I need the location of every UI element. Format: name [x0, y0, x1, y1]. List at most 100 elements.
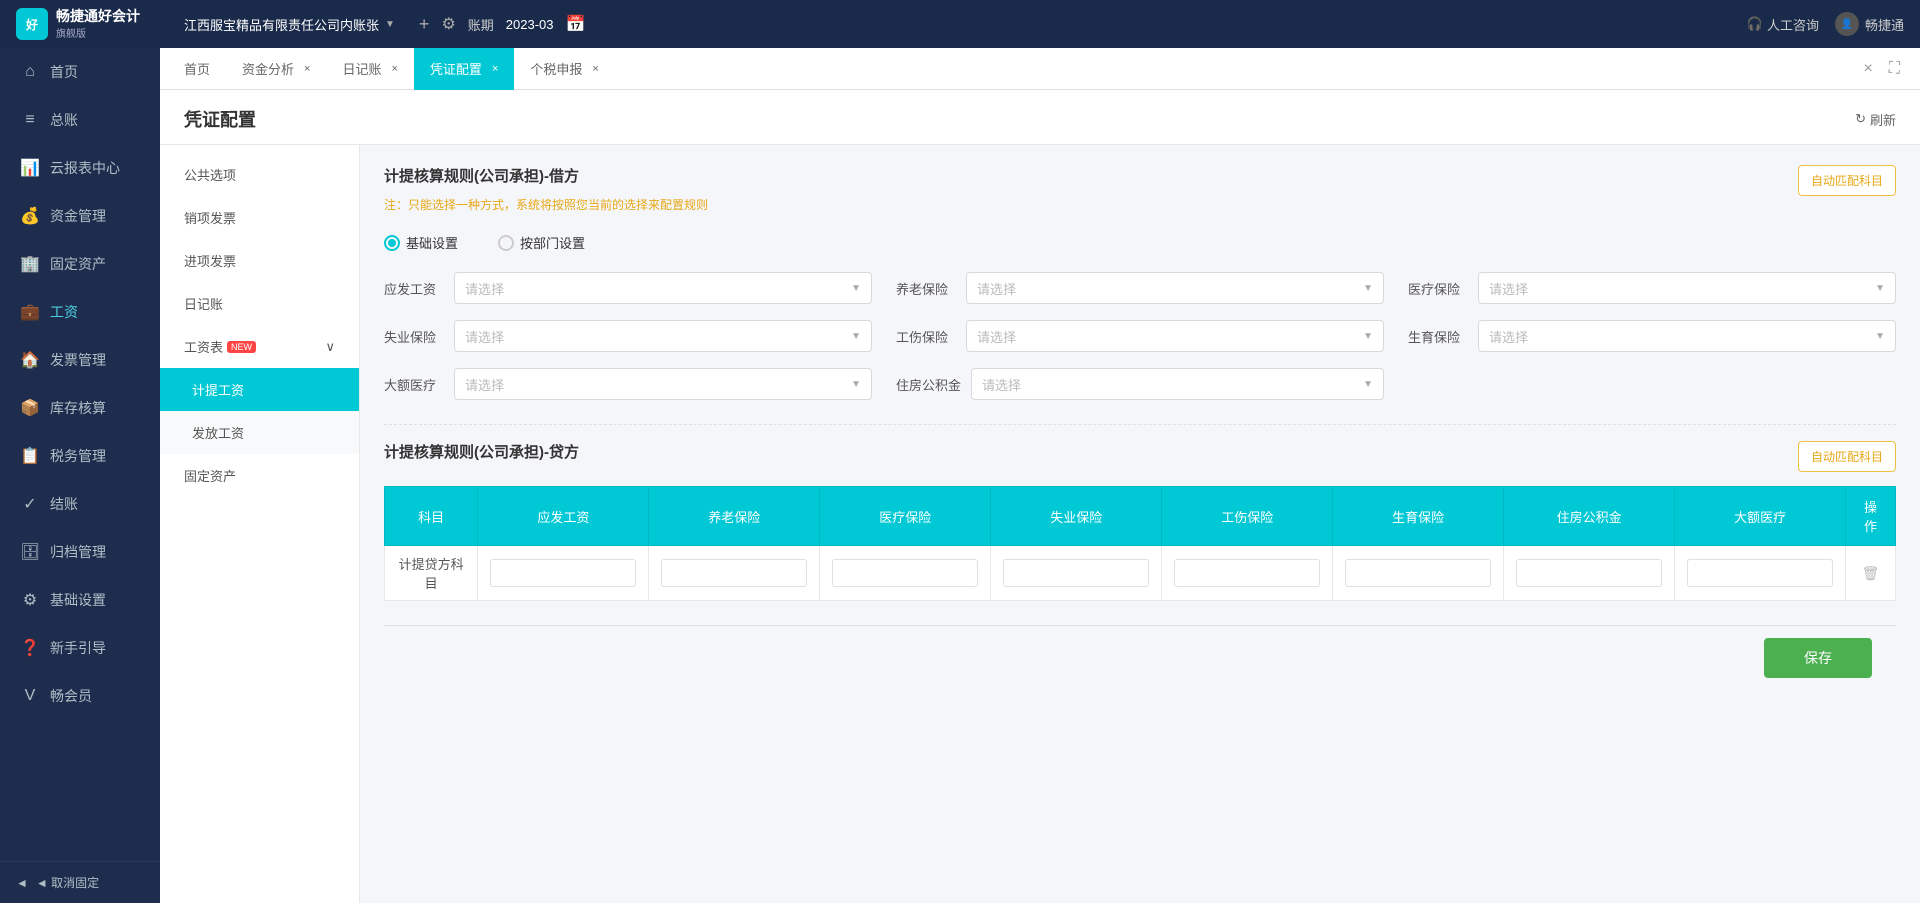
two-col-layout: 公共选项 销项发票 进项发票 日记账 工资表 NEW ∨ 计提工资 发放工资 固…: [160, 145, 1920, 903]
close-voucher-tab-icon[interactable]: ×: [492, 63, 498, 75]
expand-icon[interactable]: ⛶: [1885, 56, 1904, 82]
col-pension: 养老保险: [649, 487, 820, 546]
applied-salary-select[interactable]: 请选择 ▼: [454, 272, 872, 304]
work-injury-input[interactable]: [1174, 559, 1320, 587]
sidebar-item-label: 结账: [50, 494, 78, 514]
left-nav-sales[interactable]: 销项发票: [160, 196, 359, 239]
row-maternity-cell[interactable]: [1333, 546, 1504, 601]
sidebar-item-inventory[interactable]: 📦 库存核算: [0, 384, 160, 432]
maternity-input[interactable]: [1345, 559, 1491, 587]
delete-row-icon[interactable]: 🗑: [1862, 565, 1880, 581]
tab-journal[interactable]: 日记账 ×: [326, 48, 413, 90]
sidebar-item-checkout[interactable]: ✓ 结账: [0, 480, 160, 528]
credit-section: 计提核算规则(公司承担)-贷方 自动匹配科目 科目 应发工资 养老保险: [384, 441, 1896, 601]
refresh-button[interactable]: ↻ 刷新: [1855, 110, 1896, 129]
table-header-row: 科目 应发工资 养老保险 医疗保险 失业保险 工伤保险 生育保险 住房公积金 大…: [385, 487, 1896, 546]
row-large-medical-cell[interactable]: [1675, 546, 1846, 601]
sidebar-item-archive[interactable]: 🗄 归档管理: [0, 528, 160, 576]
unemployment-select[interactable]: 请选择 ▼: [454, 320, 872, 352]
close-tax-tab-icon[interactable]: ×: [592, 63, 598, 75]
tab-home[interactable]: 首页: [168, 48, 226, 90]
calendar-icon[interactable]: 📅: [566, 14, 586, 34]
company-selector[interactable]: 江西服宝精品有限责任公司内账张 ▼: [176, 11, 403, 38]
unemployment-input[interactable]: [1003, 559, 1149, 587]
radio-basic[interactable]: 基础设置: [384, 233, 458, 252]
left-nav-fixed-assets[interactable]: 固定资产: [160, 454, 359, 497]
select-arrow-icon: ▼: [1363, 283, 1373, 294]
maternity-select[interactable]: 请选择 ▼: [1478, 320, 1896, 352]
user-area[interactable]: 👤 畅捷通: [1835, 12, 1904, 36]
sidebar-item-reports[interactable]: 📊 云报表中心: [0, 144, 160, 192]
tab-bar: 首页 资金分析 × 日记账 × 凭证配置 × 个税申报 × × ⛶: [160, 48, 1920, 90]
medical-input[interactable]: [832, 559, 978, 587]
pension-input[interactable]: [661, 559, 807, 587]
save-button[interactable]: 保存: [1764, 638, 1872, 678]
field-maternity: 生育保险 请选择 ▼: [1408, 320, 1896, 352]
sidebar-item-label: 库存核算: [50, 398, 106, 418]
sidebar-item-invoice[interactable]: 🏠 发票管理: [0, 336, 160, 384]
applied-salary-input[interactable]: [490, 559, 636, 587]
sidebar-item-vip[interactable]: V 畅会员: [0, 672, 160, 720]
service-button[interactable]: 🎧 人工咨询: [1747, 15, 1819, 34]
unemployment-label: 失业保险: [384, 327, 444, 346]
app-edition: 旗舰版: [56, 25, 140, 40]
col-work-injury: 工伤保险: [1162, 487, 1333, 546]
left-nav-journal[interactable]: 日记账: [160, 282, 359, 325]
sidebar-item-guide[interactable]: ❓ 新手引导: [0, 624, 160, 672]
field-applied-salary: 应发工资 请选择 ▼: [384, 272, 872, 304]
medical-select[interactable]: 请选择 ▼: [1478, 272, 1896, 304]
large-medical-input[interactable]: [1687, 559, 1833, 587]
select-arrow-icon: ▼: [1875, 283, 1885, 294]
left-nav-purchase[interactable]: 进项发票: [160, 239, 359, 282]
checkout-icon: ✓: [20, 494, 40, 514]
col-housing-fund: 住房公积金: [1504, 487, 1675, 546]
expand-arrow-icon: ∨: [325, 339, 335, 355]
radio-dept[interactable]: 按部门设置: [498, 233, 585, 252]
field-unemployment: 失业保险 请选择 ▼: [384, 320, 872, 352]
company-name: 江西服宝精品有限责任公司内账张: [184, 15, 379, 34]
work-injury-select[interactable]: 请选择 ▼: [966, 320, 1384, 352]
row-unemployment-cell[interactable]: [991, 546, 1162, 601]
large-medical-select[interactable]: 请选择 ▼: [454, 368, 872, 400]
row-housing-fund-cell[interactable]: [1504, 546, 1675, 601]
sidebar-item-label: 固定资产: [50, 254, 106, 274]
row-medical-cell[interactable]: [820, 546, 991, 601]
close-all-tabs-icon[interactable]: ×: [1859, 56, 1876, 82]
left-nav-public[interactable]: 公共选项: [160, 153, 359, 196]
close-capital-tab-icon[interactable]: ×: [304, 63, 310, 75]
debit-auto-match-button[interactable]: 自动匹配科目: [1798, 165, 1896, 196]
close-journal-tab-icon[interactable]: ×: [391, 63, 397, 75]
radio-dept-circle: [498, 235, 514, 251]
left-nav-salary-table[interactable]: 工资表 NEW ∨: [160, 325, 359, 368]
sidebar-item-salary[interactable]: 💼 工资: [0, 288, 160, 336]
unpin-button[interactable]: ◄ ◄ 取消固定: [0, 861, 160, 903]
left-nav-pay-salary[interactable]: 发放工资: [160, 411, 359, 454]
left-nav-calc-salary[interactable]: 计提工资: [160, 368, 359, 411]
sidebar-item-settings[interactable]: ⚙ 基础设置: [0, 576, 160, 624]
housing-fund-select[interactable]: 请选择 ▼: [971, 368, 1384, 400]
app-name: 畅捷通好会计: [56, 8, 140, 25]
sidebar-item-capital[interactable]: 💰 资金管理: [0, 192, 160, 240]
housing-fund-label: 住房公积金: [896, 375, 961, 394]
sidebar-item-ledger[interactable]: ≡ 总账: [0, 96, 160, 144]
pension-select[interactable]: 请选择 ▼: [966, 272, 1384, 304]
sidebar-item-label: 新手引导: [50, 638, 106, 658]
tab-tax-report[interactable]: 个税申报 ×: [514, 48, 614, 90]
tab-voucher-config[interactable]: 凭证配置 ×: [414, 48, 514, 90]
sidebar-item-home[interactable]: ⌂ 首页: [0, 48, 160, 96]
col-maternity: 生育保险: [1333, 487, 1504, 546]
housing-fund-input[interactable]: [1516, 559, 1662, 587]
main-layout: ⌂ 首页 ≡ 总账 📊 云报表中心 💰 资金管理 🏢 固定资产 💼 工资 🏠 发…: [0, 48, 1920, 903]
settings-icon[interactable]: ⚙: [441, 14, 455, 34]
sidebar-item-tax[interactable]: 📋 税务管理: [0, 432, 160, 480]
sidebar-item-assets[interactable]: 🏢 固定资产: [0, 240, 160, 288]
field-housing-fund: 住房公积金 请选择 ▼: [896, 368, 1384, 400]
add-icon[interactable]: +: [419, 14, 430, 35]
row-pension-cell[interactable]: [649, 546, 820, 601]
row-applied-salary-cell[interactable]: [478, 546, 649, 601]
row-work-injury-cell[interactable]: [1162, 546, 1333, 601]
col-subject: 科目: [385, 487, 478, 546]
tab-capital-analysis[interactable]: 资金分析 ×: [226, 48, 326, 90]
basic-settings-icon: ⚙: [20, 590, 40, 610]
credit-auto-match-button[interactable]: 自动匹配科目: [1798, 441, 1896, 472]
